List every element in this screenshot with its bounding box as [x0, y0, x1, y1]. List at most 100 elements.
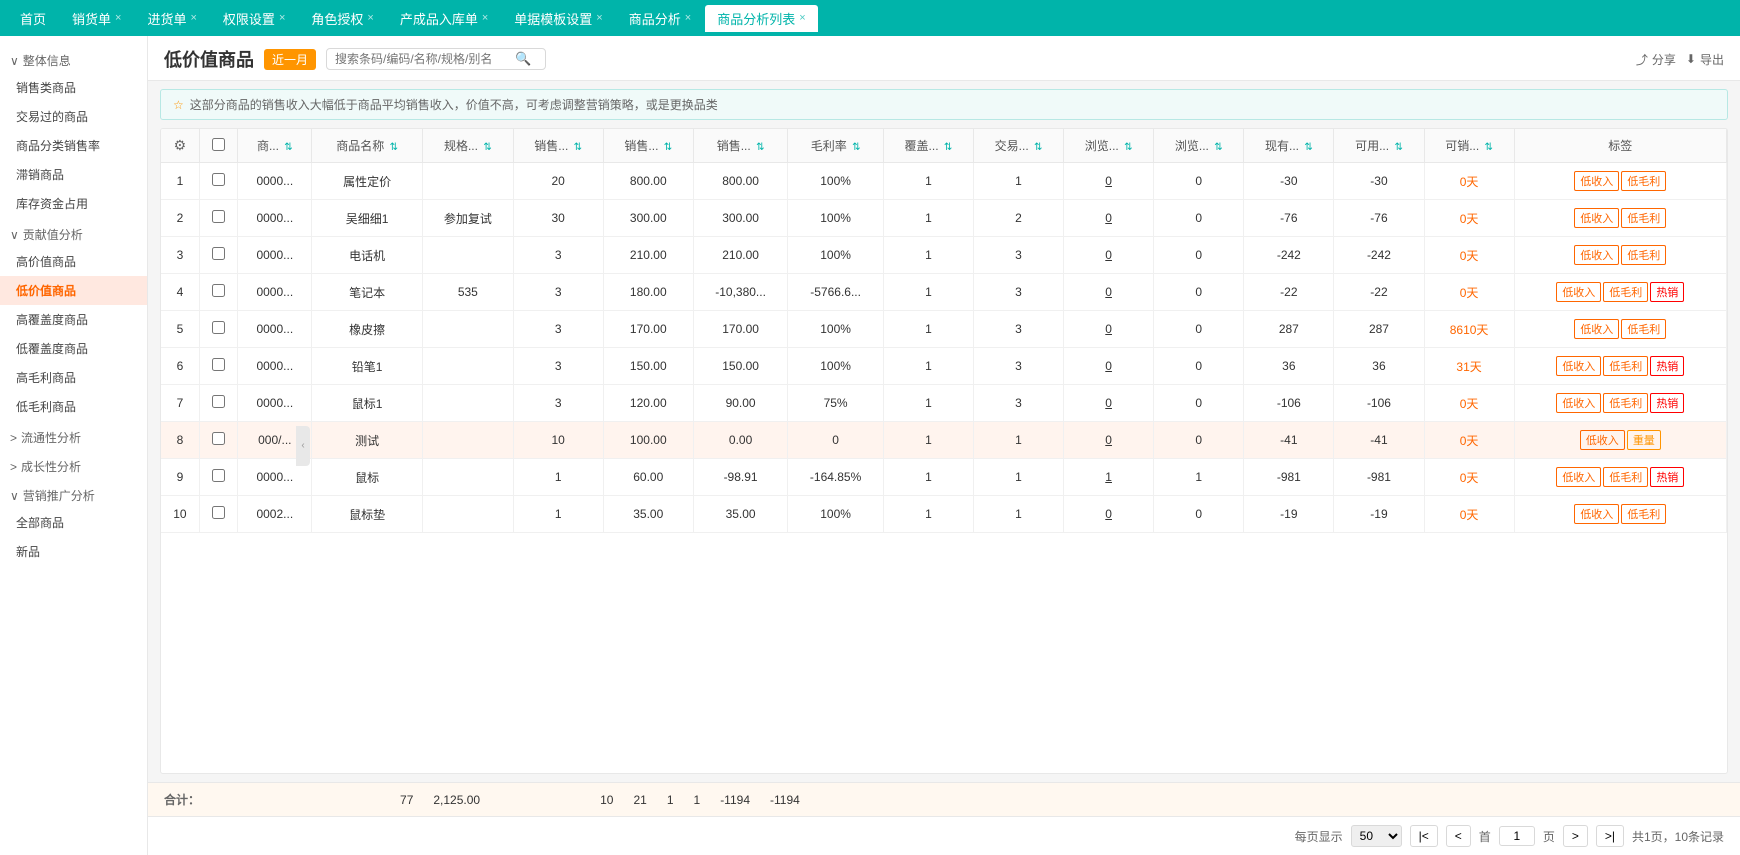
- cell-available: -41: [1334, 422, 1424, 459]
- nav-role-close[interactable]: ×: [367, 12, 373, 24]
- sidebar-item-all-goods[interactable]: 全部商品: [0, 508, 147, 537]
- nav-product[interactable]: 产成品入库单 ×: [388, 5, 500, 32]
- th-settings[interactable]: ⚙: [161, 129, 199, 163]
- nav-role[interactable]: 角色授权 ×: [299, 5, 385, 32]
- sidebar-item-high-margin[interactable]: 高毛利商品: [0, 363, 147, 392]
- cell-sale2: 35.00: [603, 496, 693, 533]
- nav-analysis-close[interactable]: ×: [685, 12, 691, 24]
- sidebar-section-marketing[interactable]: ∨ 营销推广分析: [0, 479, 147, 508]
- sidebar-section-flow[interactable]: > 流通性分析: [0, 421, 147, 450]
- sidebar-section-growth[interactable]: > 成长性分析: [0, 450, 147, 479]
- row-checkbox[interactable]: [212, 432, 225, 445]
- summary-browse2: 1: [694, 793, 701, 807]
- browse1-link[interactable]: 0: [1105, 285, 1112, 299]
- browse1-link[interactable]: 1: [1105, 470, 1112, 484]
- nav-home[interactable]: 首页: [8, 5, 58, 32]
- nav-template-close[interactable]: ×: [596, 12, 602, 24]
- row-checkbox[interactable]: [212, 321, 225, 334]
- nav-product-label: 产成品入库单: [400, 9, 478, 28]
- cell-index: 6: [161, 348, 199, 385]
- th-sale2: 销售... ⇅: [603, 129, 693, 163]
- browse1-link[interactable]: 0: [1105, 433, 1112, 447]
- share-label: 分享: [1652, 51, 1676, 68]
- table-row: 60000...铅笔13150.00150.00100%1300363631天低…: [161, 348, 1727, 385]
- browse1-link[interactable]: 0: [1105, 248, 1112, 262]
- cell-index: 5: [161, 311, 199, 348]
- current-page-input[interactable]: [1499, 826, 1535, 846]
- cell-browse1: 0: [1064, 163, 1154, 200]
- row-checkbox[interactable]: [212, 173, 225, 186]
- nav-permission[interactable]: 权限设置 ×: [211, 5, 297, 32]
- sidebar-section-contribution[interactable]: ∨ 贡献值分析: [0, 218, 147, 247]
- nav-template[interactable]: 单据模板设置 ×: [502, 5, 614, 32]
- tag-label: 低毛利: [1621, 171, 1666, 191]
- sidebar-collapse-btn[interactable]: ‹: [296, 426, 310, 466]
- cell-index: 3: [161, 237, 199, 274]
- browse1-link[interactable]: 0: [1105, 322, 1112, 336]
- cell-margin: 100%: [788, 200, 884, 237]
- search-input[interactable]: [335, 52, 515, 66]
- cell-checkbox: [199, 496, 238, 533]
- row-checkbox[interactable]: [212, 358, 225, 371]
- cell-trade: 3: [973, 385, 1063, 422]
- row-checkbox[interactable]: [212, 284, 225, 297]
- first-page-btn[interactable]: |<: [1410, 825, 1438, 847]
- sidebar-item-low-coverage[interactable]: 低覆盖度商品: [0, 334, 147, 363]
- nav-sales-close[interactable]: ×: [115, 12, 121, 24]
- share-btn[interactable]: ⤴ 分享: [1636, 51, 1676, 68]
- cell-trade: 1: [973, 163, 1063, 200]
- row-checkbox[interactable]: [212, 469, 225, 482]
- sidebar-item-high-value[interactable]: 高价值商品: [0, 247, 147, 276]
- cell-checkbox: [199, 237, 238, 274]
- cell-stock: -981: [1244, 459, 1334, 496]
- cell-sale2: 150.00: [603, 348, 693, 385]
- last-page-btn[interactable]: >|: [1596, 825, 1624, 847]
- time-filter-btn[interactable]: 近一月: [264, 49, 316, 70]
- row-checkbox[interactable]: [212, 210, 225, 223]
- sidebar-item-new-goods[interactable]: 新品: [0, 537, 147, 566]
- export-btn[interactable]: ⬇ 导出: [1686, 51, 1724, 68]
- nav-product-close[interactable]: ×: [482, 12, 488, 24]
- nav-purchase-close[interactable]: ×: [190, 12, 196, 24]
- nav-permission-close[interactable]: ×: [279, 12, 285, 24]
- sidebar-item-category-rate[interactable]: 商品分类销售率: [0, 131, 147, 160]
- settings-icon[interactable]: ⚙: [174, 137, 187, 153]
- nav-sales[interactable]: 销货单 ×: [60, 5, 133, 32]
- sidebar-item-slow-goods[interactable]: 滞销商品: [0, 160, 147, 189]
- sidebar-item-traded-goods[interactable]: 交易过的商品: [0, 102, 147, 131]
- cell-spec: [423, 348, 514, 385]
- row-checkbox[interactable]: [212, 395, 225, 408]
- summary-label: 合计：: [164, 791, 200, 808]
- browse1-link[interactable]: 0: [1105, 174, 1112, 188]
- nav-analysis-list[interactable]: 商品分析列表 ×: [705, 5, 817, 32]
- select-all-checkbox[interactable]: [212, 138, 225, 151]
- row-checkbox[interactable]: [212, 247, 225, 260]
- browse1-link[interactable]: 0: [1105, 507, 1112, 521]
- browse1-link[interactable]: 0: [1105, 359, 1112, 373]
- cell-sale2: 800.00: [603, 163, 693, 200]
- sidebar-item-sales-goods[interactable]: 销售类商品: [0, 73, 147, 102]
- next-page-btn[interactable]: >: [1563, 825, 1588, 847]
- search-icon[interactable]: 🔍: [515, 51, 531, 67]
- sidebar-item-stock-capital[interactable]: 库存资金占用: [0, 189, 147, 218]
- row-checkbox[interactable]: [212, 506, 225, 519]
- browse1-link[interactable]: 0: [1105, 396, 1112, 410]
- cell-checkbox: [199, 311, 238, 348]
- sidebar-item-low-margin[interactable]: 低毛利商品: [0, 392, 147, 421]
- cell-coverage: 1: [883, 496, 973, 533]
- cell-sale1: 20: [513, 163, 603, 200]
- sidebar-item-high-coverage[interactable]: 高覆盖度商品: [0, 305, 147, 334]
- table-body: 10000...属性定价20800.00800.00100%1100-30-30…: [161, 163, 1727, 533]
- nav-analysis-list-close[interactable]: ×: [799, 12, 805, 24]
- sidebar-item-low-value[interactable]: 低价值商品: [0, 276, 147, 305]
- nav-analysis[interactable]: 商品分析 ×: [617, 5, 703, 32]
- cell-browse1: 0: [1064, 311, 1154, 348]
- sidebar-section-overall[interactable]: ∨ 整体信息: [0, 44, 147, 73]
- cell-index: 2: [161, 200, 199, 237]
- browse1-link[interactable]: 0: [1105, 211, 1112, 225]
- cell-browse1: 0: [1064, 237, 1154, 274]
- summary-sale2: 2,125.00: [433, 793, 480, 807]
- page-size-select[interactable]: 50 100 200: [1351, 825, 1402, 847]
- prev-page-btn[interactable]: <: [1446, 825, 1471, 847]
- nav-purchase[interactable]: 进货单 ×: [135, 5, 208, 32]
